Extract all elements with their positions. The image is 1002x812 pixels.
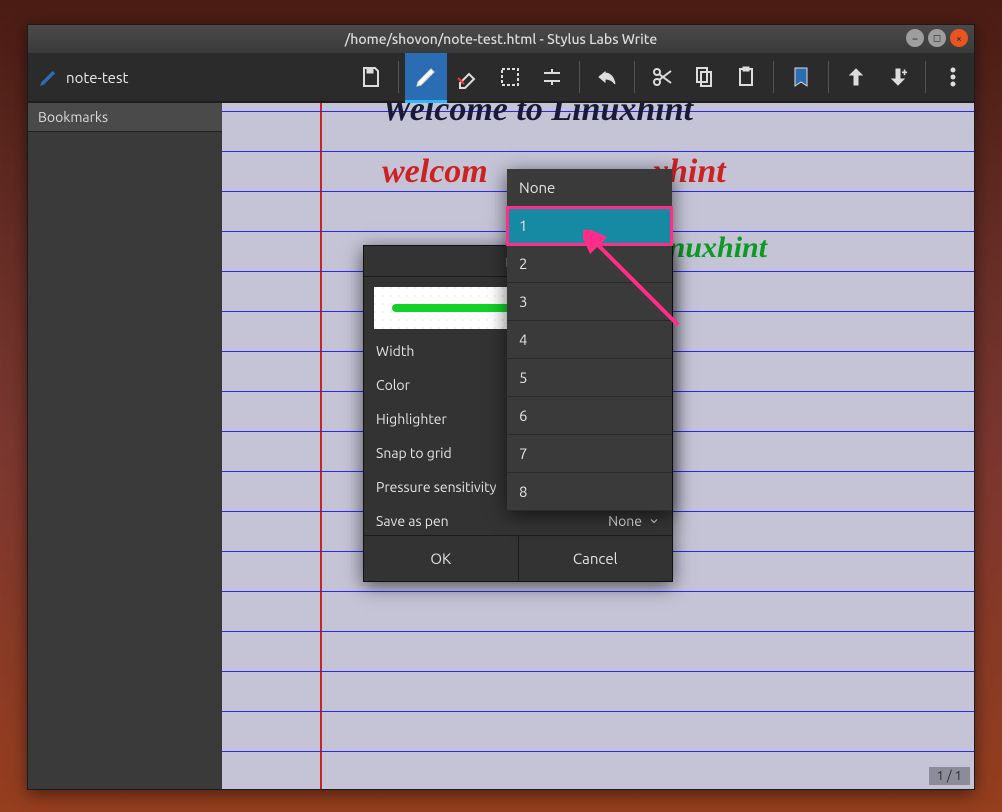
dropdown-item-1[interactable]: 1	[507, 207, 672, 245]
eraser-button[interactable]	[447, 53, 489, 101]
app-window: /home/shovon/note-test.html - Stylus Lab…	[27, 24, 975, 790]
bookmark-icon	[789, 65, 813, 89]
insert-space-icon	[540, 65, 564, 89]
pen-tool-button[interactable]	[405, 53, 447, 101]
dropdown-item-none[interactable]: None	[507, 169, 672, 207]
pen-row-save-as[interactable]: Save as pen None	[376, 513, 660, 529]
dropdown-item-7[interactable]: 7	[507, 435, 672, 473]
handwriting-line-2a: welcom	[382, 153, 488, 191]
dropdown-item-6[interactable]: 6	[507, 397, 672, 435]
handwriting-line-1: Welcome to Linuxhint	[382, 103, 693, 129]
close-button[interactable]: ×	[950, 29, 968, 47]
pen-icon	[38, 66, 60, 88]
bookmark-button[interactable]	[780, 53, 822, 101]
undo-button[interactable]	[586, 53, 628, 101]
titlebar: /home/shovon/note-test.html - Stylus Lab…	[28, 25, 974, 53]
arrow-up-icon	[844, 65, 868, 89]
label-snap: Snap to grid	[376, 445, 452, 461]
dropdown-item-5[interactable]: 5	[507, 359, 672, 397]
margin-line	[320, 103, 322, 789]
scissors-icon	[650, 65, 674, 89]
copy-button[interactable]	[683, 53, 725, 101]
dropdown-item-3[interactable]: 3	[507, 283, 672, 321]
minimize-button[interactable]: –	[906, 29, 924, 47]
save-button[interactable]	[350, 53, 392, 101]
save-as-pen-select[interactable]: None	[608, 513, 660, 529]
save-as-pen-dropdown: None12345678	[507, 169, 672, 511]
label-highlighter: Highlighter	[376, 411, 447, 427]
kebab-icon	[941, 65, 965, 89]
eraser-icon	[456, 65, 480, 89]
clipboard-icon	[734, 65, 758, 89]
dropdown-item-4[interactable]: 4	[507, 321, 672, 359]
file-name: note-test	[66, 69, 128, 86]
insert-space-button[interactable]	[531, 53, 573, 101]
page-indicator: 1 / 1	[929, 767, 970, 785]
dropdown-item-8[interactable]: 8	[507, 473, 672, 511]
label-save-as: Save as pen	[376, 513, 449, 529]
sidebar-header: Bookmarks	[28, 103, 222, 132]
copy-icon	[692, 65, 716, 89]
pen-dialog-buttons: OK Cancel	[364, 535, 672, 581]
svg-text:+: +	[902, 67, 907, 77]
label-color: Color	[376, 377, 410, 393]
menu-button[interactable]	[932, 53, 974, 101]
maximize-button[interactable]: ◻	[928, 29, 946, 47]
next-page-button[interactable]: +	[877, 53, 919, 101]
ok-button[interactable]: OK	[364, 536, 518, 581]
save-icon	[359, 65, 383, 89]
toolbar: note-test +	[28, 53, 974, 103]
label-pressure: Pressure sensitivity	[376, 479, 496, 495]
file-tab[interactable]: note-test	[28, 66, 142, 88]
bookmarks-sidebar: Bookmarks	[28, 103, 222, 789]
window-controls: – ◻ ×	[906, 29, 968, 47]
cancel-button[interactable]: Cancel	[518, 536, 673, 581]
label-width: Width	[376, 343, 414, 359]
prev-page-button[interactable]	[835, 53, 877, 101]
cut-button[interactable]	[641, 53, 683, 101]
window-title: /home/shovon/note-test.html - Stylus Lab…	[28, 31, 974, 47]
paste-button[interactable]	[725, 53, 767, 101]
dropdown-item-2[interactable]: 2	[507, 245, 672, 283]
select-icon	[498, 65, 522, 89]
undo-icon	[595, 65, 619, 89]
select-button[interactable]	[489, 53, 531, 101]
arrow-down-icon: +	[886, 65, 910, 89]
pen-icon	[414, 65, 438, 89]
chevron-down-icon	[648, 515, 660, 527]
